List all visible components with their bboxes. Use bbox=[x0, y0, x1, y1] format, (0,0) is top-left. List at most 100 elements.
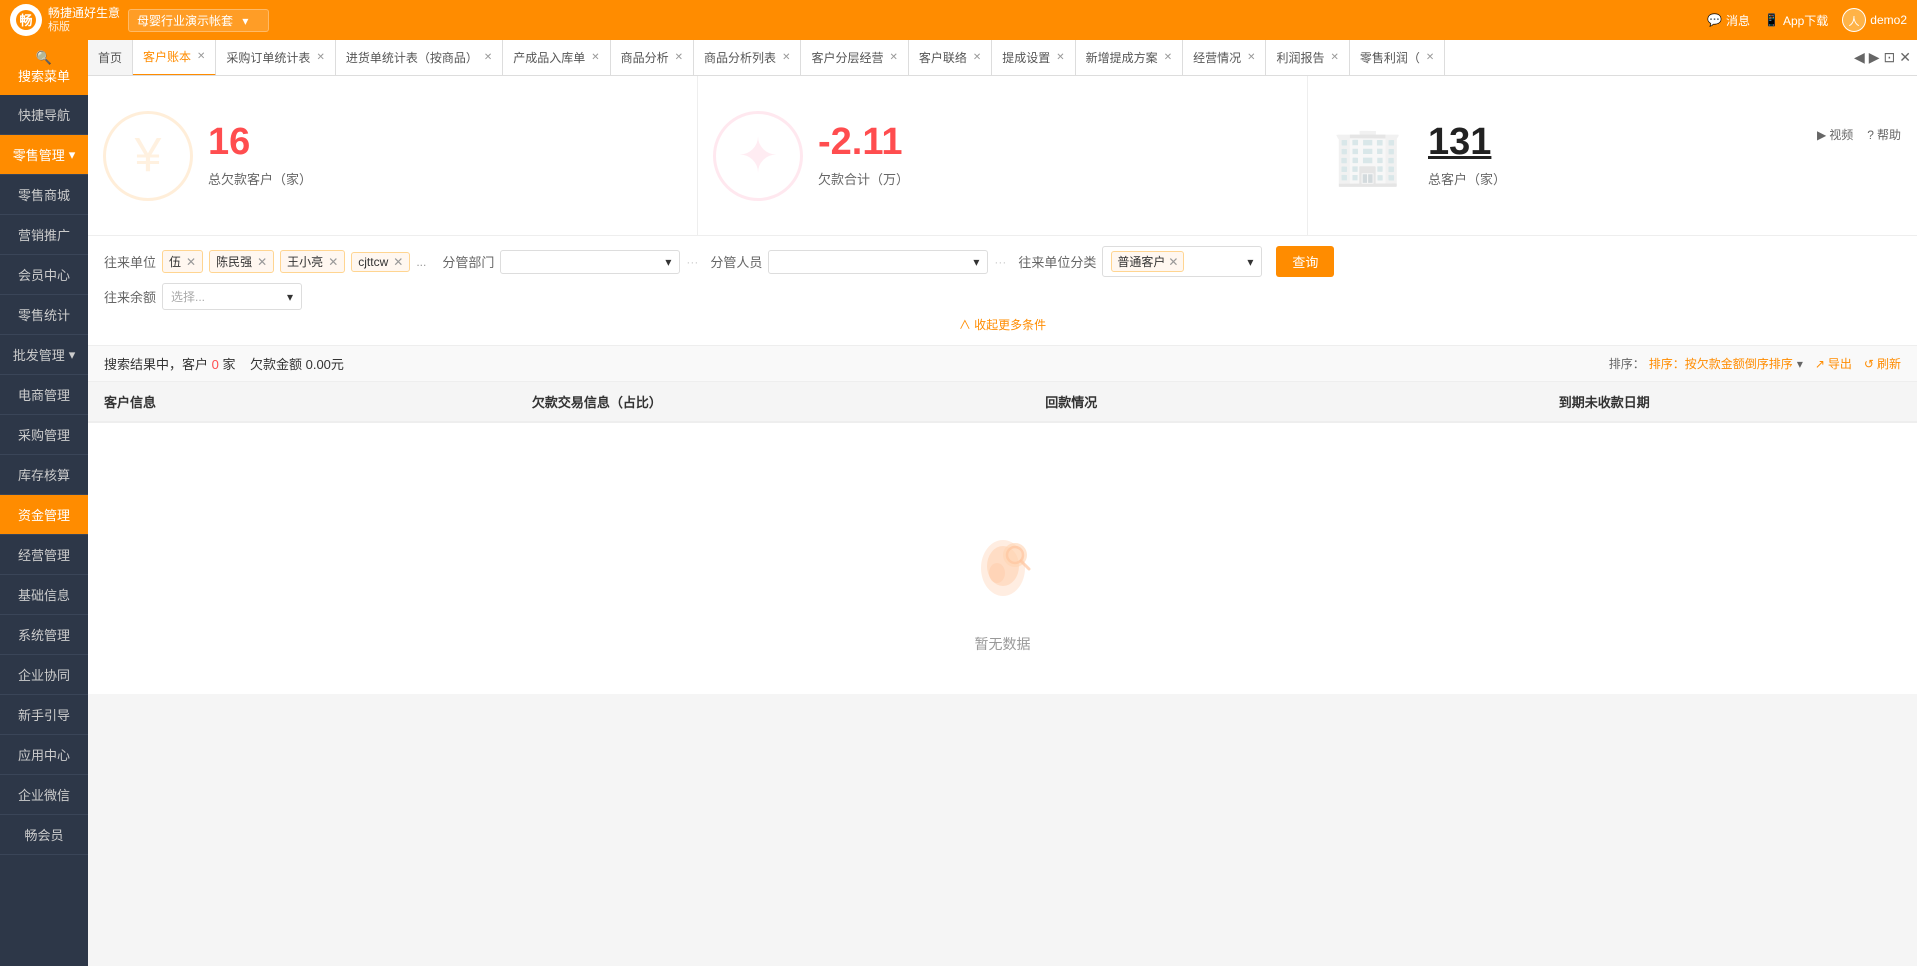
collapse-btn[interactable]: ∧ 收起更多条件 bbox=[104, 310, 1901, 335]
tab-close-product-analysis[interactable]: ✕ bbox=[675, 52, 683, 63]
tab-close-customer-segment[interactable]: ✕ bbox=[889, 52, 897, 63]
sidebar-search[interactable]: 🔍 搜索菜单 bbox=[0, 40, 88, 95]
tab-close-purchase-order-stats[interactable]: ✕ bbox=[316, 52, 324, 63]
top-bar: 畅 畅捷通好生意 标版 母婴行业演示帐套 ▾ 💬 消息 📱 App下载 bbox=[0, 0, 1917, 40]
search-btn[interactable]: 查询 bbox=[1276, 246, 1334, 277]
refresh-btn[interactable]: ↺ 刷新 bbox=[1864, 355, 1901, 372]
tab-incoming-stats[interactable]: 进货单统计表（按商品） ✕ bbox=[336, 40, 503, 76]
filter-tag-wang-remove[interactable]: ✕ bbox=[328, 255, 338, 269]
sidebar-item-inventory[interactable]: 库存核算 bbox=[0, 455, 88, 495]
classify-tag-remove[interactable]: ✕ bbox=[1168, 255, 1178, 269]
sidebar-item-retail-stats[interactable]: 零售统计 bbox=[0, 295, 88, 335]
stat1-bg-icon: ¥ bbox=[103, 111, 193, 201]
person-select[interactable]: ▾ bbox=[768, 250, 988, 274]
tab-product-analysis-list[interactable]: 商品分析列表 ✕ bbox=[694, 40, 801, 76]
logo-text: 畅捷通好生意 标版 bbox=[48, 6, 120, 34]
filter-tag-wang: 王小亮 ✕ bbox=[280, 250, 345, 273]
app-download-btn[interactable]: 📱 App下载 bbox=[1764, 12, 1828, 29]
col-header-payback: 回款情况 bbox=[1045, 392, 1558, 411]
tab-customer-account[interactable]: 客户账本 ✕ bbox=[133, 40, 216, 76]
empty-icon bbox=[953, 503, 1053, 622]
tab-product-analysis[interactable]: 商品分析 ✕ bbox=[611, 40, 694, 76]
sidebar-item-new-guide[interactable]: 新手引导 bbox=[0, 695, 88, 735]
sidebar-item-system[interactable]: 系统管理 bbox=[0, 615, 88, 655]
filter-tag-wu-remove[interactable]: ✕ bbox=[186, 255, 196, 269]
tab-arrow-right[interactable]: ▶ bbox=[1869, 49, 1880, 66]
tab-close-product-analysis-list[interactable]: ✕ bbox=[782, 52, 790, 63]
tab-close-customer-contact[interactable]: ✕ bbox=[973, 52, 981, 63]
filter-row-1: 往来单位 伍 ✕ 陈民强 ✕ 王小亮 ✕ bbox=[104, 246, 1901, 277]
sidebar-item-finance[interactable]: 资金管理 bbox=[0, 495, 88, 535]
svg-text:人: 人 bbox=[1849, 15, 1860, 28]
stat1-number: 16 bbox=[208, 123, 312, 161]
stat-block-3: 🏢 131 总客户（家） bbox=[1308, 76, 1917, 235]
svg-text:畅: 畅 bbox=[19, 13, 32, 28]
sidebar-item-ecommerce[interactable]: 电商管理 bbox=[0, 375, 88, 415]
filter-more-btn[interactable]: ... bbox=[416, 255, 426, 269]
help-btn[interactable]: ? 帮助 bbox=[1867, 126, 1901, 143]
table-header: 客户信息 欠款交易信息（占比） 回款情况 到期未收款日期 bbox=[88, 382, 1917, 423]
tab-retail-profit[interactable]: 零售利润（ ✕ bbox=[1350, 40, 1445, 76]
sidebar-item-basic-info[interactable]: 基础信息 bbox=[0, 575, 88, 615]
video-btn[interactable]: ▶ 视频 bbox=[1817, 126, 1853, 143]
sidebar-item-marketing[interactable]: 营销推广 bbox=[0, 215, 88, 255]
filter-tag-chen-remove[interactable]: ✕ bbox=[257, 255, 267, 269]
export-btn[interactable]: ↗ 导出 bbox=[1815, 355, 1852, 372]
sort-select[interactable]: 排序： 排序：按欠款金额倒序排序 ▾ bbox=[1609, 355, 1803, 372]
tab-operation-status[interactable]: 经营情况 ✕ bbox=[1183, 40, 1266, 76]
tab-close-new-raise-plan[interactable]: ✕ bbox=[1164, 52, 1172, 63]
dept-select[interactable]: ▾ bbox=[500, 250, 680, 274]
tab-close-operation-status[interactable]: ✕ bbox=[1247, 52, 1255, 63]
tab-bar-arrows: ◀ ▶ ⊡ ✕ bbox=[1848, 49, 1917, 66]
filter-tag-wu: 伍 ✕ bbox=[162, 250, 203, 273]
tab-close-customer-account[interactable]: ✕ bbox=[197, 51, 205, 62]
user-avatar-btn[interactable]: 人 demo2 bbox=[1842, 8, 1907, 32]
tab-customer-segment[interactable]: 客户分层经营 ✕ bbox=[801, 40, 908, 76]
tab-close-all[interactable]: ✕ bbox=[1899, 49, 1911, 66]
tab-close-incoming-stats[interactable]: ✕ bbox=[484, 52, 492, 63]
logo-area: 畅 畅捷通好生意 标版 bbox=[10, 4, 120, 36]
balance-select[interactable]: 选择... ▾ bbox=[162, 283, 302, 310]
stat3-text: 131 总客户（家） bbox=[1428, 123, 1506, 188]
result-bar: 搜索结果中，客户 0 家 欠款金额 0.00元 排序： 排序：按欠款金额倒序排序… bbox=[88, 346, 1917, 382]
sidebar-item-member-center[interactable]: 会员中心 bbox=[0, 255, 88, 295]
sidebar-item-purchase[interactable]: 采购管理 bbox=[0, 415, 88, 455]
tab-cost-incoming[interactable]: 产成品入库单 ✕ bbox=[503, 40, 610, 76]
sidebar-item-quick-nav[interactable]: 快捷导航 bbox=[0, 95, 88, 135]
col-header-date: 到期未收款日期 bbox=[1559, 392, 1901, 411]
tab-raise-settings[interactable]: 提成设置 ✕ bbox=[992, 40, 1075, 76]
message-btn[interactable]: 💬 消息 bbox=[1707, 12, 1750, 29]
tab-home[interactable]: 首页 bbox=[88, 40, 133, 76]
search-icon: 🔍 bbox=[36, 50, 52, 65]
filter-label-dept: 分管部门 bbox=[442, 252, 494, 271]
filter-tag-cjttcw-remove[interactable]: ✕ bbox=[393, 255, 403, 269]
filter-label-classify: 往来单位分类 bbox=[1018, 252, 1096, 271]
tab-purchase-order-stats[interactable]: 采购订单统计表 ✕ bbox=[216, 40, 335, 76]
empty-area: 暂无数据 bbox=[88, 423, 1917, 694]
tab-close-retail-profit[interactable]: ✕ bbox=[1426, 52, 1434, 63]
tab-arrow-left[interactable]: ◀ bbox=[1854, 49, 1865, 66]
tab-close-cost-incoming[interactable]: ✕ bbox=[591, 52, 599, 63]
sidebar-item-zero-retail[interactable]: 零售管理 ▾ bbox=[0, 135, 88, 175]
tab-close-raise-settings[interactable]: ✕ bbox=[1056, 52, 1064, 63]
tab-profit-report[interactable]: 利润报告 ✕ bbox=[1266, 40, 1349, 76]
sidebar-item-enterprise-wechat[interactable]: 企业微信 bbox=[0, 775, 88, 815]
sidebar-item-operation[interactable]: 经营管理 bbox=[0, 535, 88, 575]
sidebar-item-retail-mall[interactable]: 零售商城 bbox=[0, 175, 88, 215]
sidebar-item-enterprise-collab[interactable]: 企业协同 bbox=[0, 655, 88, 695]
avatar: 人 bbox=[1842, 8, 1866, 32]
classify-select[interactable]: 普通客户 ✕ ▾ bbox=[1102, 246, 1262, 277]
sidebar-item-batch-mgmt[interactable]: 批发管理 ▾ bbox=[0, 335, 88, 375]
tab-maximize[interactable]: ⊡ bbox=[1884, 49, 1896, 66]
content-area: 首页 客户账本 ✕ 采购订单统计表 ✕ 进货单统计表（按商品） ✕ bbox=[88, 40, 1917, 966]
sidebar-item-vip-member[interactable]: 畅会员 bbox=[0, 815, 88, 855]
download-icon: 📱 bbox=[1764, 13, 1779, 27]
sort-label: 排序： bbox=[1609, 355, 1645, 372]
stat3-bg-icon: 🏢 bbox=[1323, 111, 1413, 201]
tab-close-profit-report[interactable]: ✕ bbox=[1331, 52, 1339, 63]
person-select-arrow: ▾ bbox=[973, 255, 979, 269]
sidebar-item-app-center[interactable]: 应用中心 bbox=[0, 735, 88, 775]
workspace-selector[interactable]: 母婴行业演示帐套 ▾ bbox=[128, 9, 269, 32]
tab-new-raise-plan[interactable]: 新增提成方案 ✕ bbox=[1076, 40, 1183, 76]
tab-customer-contact[interactable]: 客户联络 ✕ bbox=[909, 40, 992, 76]
